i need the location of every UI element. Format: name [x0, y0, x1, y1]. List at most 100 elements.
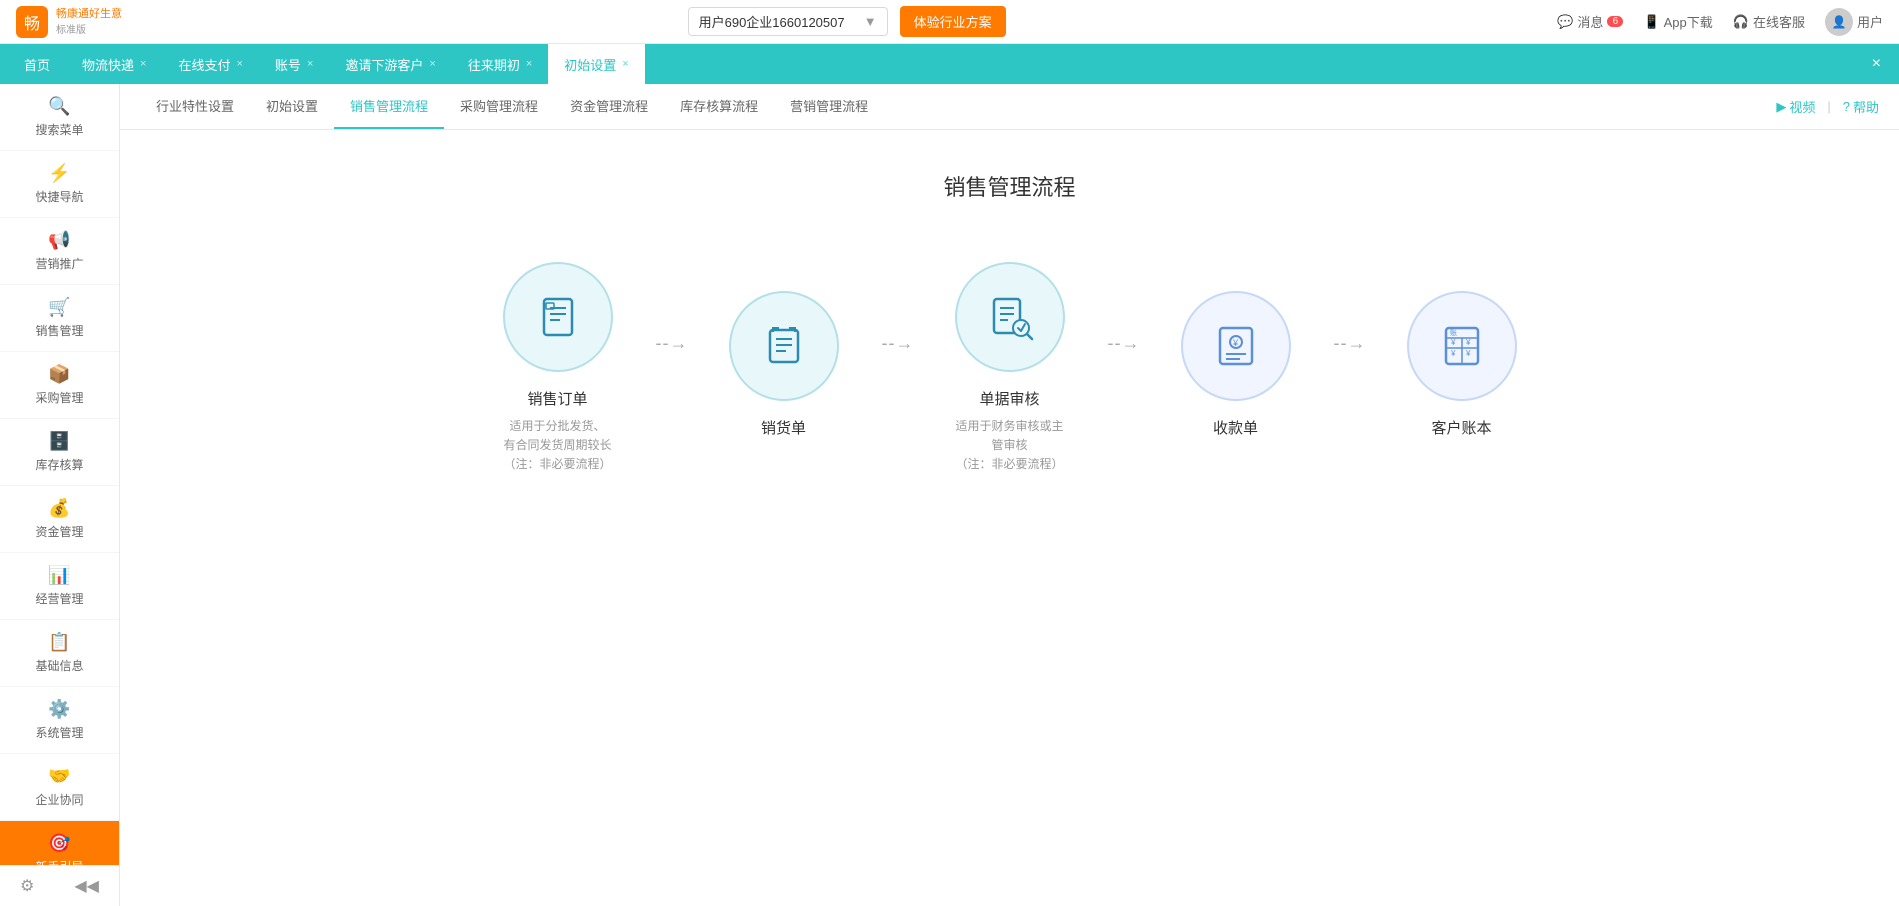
nav-item-0[interactable]: 首页 — [8, 44, 66, 84]
svg-text:¥: ¥ — [1450, 349, 1456, 358]
flow-arrow-2: - - → — [1108, 333, 1138, 404]
sidebar-label-11: 新手引导 — [35, 858, 83, 865]
help-label: 帮助 — [1853, 97, 1879, 116]
flow-step-desc-0: 适用于分批发货、 有合同发货周期较长 （注：非必要流程） — [503, 417, 611, 475]
sidebar-footer: ⚙ ◀◀ — [0, 865, 119, 906]
messages-item[interactable]: 💬 消息 6 — [1557, 12, 1623, 31]
flow-step-name-2: 单据审核 — [979, 388, 1039, 409]
trial-button[interactable]: 体验行业方案 — [900, 6, 1006, 37]
sidebar-item-企业协同[interactable]: 🤝企业协同 — [0, 754, 119, 821]
messages-badge: 6 — [1607, 16, 1623, 27]
logo-area: 畅 畅康通好生意 标准版 — [16, 6, 136, 38]
sidebar-icon-6: 💰 — [48, 498, 70, 519]
flow-steps: 销售订单适用于分批发货、 有合同发货周期较长 （注：非必要流程） - - → 销货… — [180, 262, 1839, 475]
app-download-item[interactable]: 📱 App下载 — [1643, 12, 1712, 31]
sidebar-item-营销推广[interactable]: 📢营销推广 — [0, 218, 119, 285]
sub-tab-1[interactable]: 初始设置 — [250, 84, 334, 129]
sidebar-item-销售管理[interactable]: 🛒销售管理 — [0, 285, 119, 352]
main-layout: 🔍搜索菜单⚡快捷导航📢营销推广🛒销售管理📦采购管理 🗄️ 库存核算 💰资金管理 📊 经营管… — [0, 84, 1899, 906]
flow-arrow-3: - - → — [1334, 333, 1364, 404]
sub-tabs-right: ▶ 视频 | ? 帮助 — [1776, 97, 1879, 116]
flow-circle-2 — [955, 262, 1065, 372]
nav-close-icon-2[interactable]: × — [236, 58, 242, 70]
help-link[interactable]: ? 帮助 — [1843, 97, 1879, 116]
settings-icon[interactable]: ⚙ — [20, 876, 34, 896]
nav-bar: 首页物流快递×在线支付×账号×邀请下游客户×往来期初×初始设置× × — [0, 44, 1899, 84]
svg-text:¥: ¥ — [1232, 338, 1239, 348]
sidebar-item-系统管理[interactable]: ⚙️系统管理 — [0, 687, 119, 754]
sidebar-item-基础信息[interactable]: 📋基础信息 — [0, 620, 119, 687]
logo-tag: 标准版 — [56, 21, 122, 36]
chevron-down-icon: ▼ — [864, 14, 877, 29]
sidebar-label-5: 库存核算 — [35, 456, 83, 473]
svg-text:账: 账 — [1450, 328, 1457, 337]
flow-step-3[interactable]: ¥ 收款单 — [1146, 291, 1326, 446]
collapse-icon[interactable]: ◀◀ — [74, 876, 99, 896]
flow-circle-0 — [503, 262, 613, 372]
sidebar-item-采购管理[interactable]: 📦采购管理 — [0, 352, 119, 419]
sub-tabs: 行业特性设置初始设置销售管理流程采购管理流程资金管理流程库存核算流程营销管理流程… — [120, 84, 1899, 130]
svg-text:¥: ¥ — [1465, 338, 1471, 347]
app-download-label: App下载 — [1664, 12, 1713, 31]
nav-close-all-button[interactable]: × — [1862, 55, 1891, 73]
sub-tab-4[interactable]: 资金管理流程 — [554, 84, 664, 129]
nav-close-icon-1[interactable]: × — [140, 58, 146, 70]
divider: | — [1827, 99, 1830, 114]
flow-step-name-0: 销售订单 — [527, 388, 587, 409]
user-avatar-item[interactable]: 👤 用户 — [1825, 8, 1883, 36]
user-name-label: 用户 — [1857, 12, 1883, 31]
flow-step-1[interactable]: 销货单 — [694, 291, 874, 446]
sidebar-icon-0: 🔍 — [48, 96, 70, 117]
flow-step-desc-2: 适用于财务审核或主 管审核 （注：非必要流程） — [955, 417, 1063, 475]
sub-tab-0[interactable]: 行业特性设置 — [140, 84, 250, 129]
nav-item-2[interactable]: 在线支付× — [162, 44, 258, 84]
sidebar-icon-3: 🛒 — [48, 297, 70, 318]
nav-close-icon-5[interactable]: × — [526, 58, 532, 70]
sub-tab-5[interactable]: 库存核算流程 — [664, 84, 774, 129]
sidebar-label-10: 企业协同 — [35, 791, 83, 808]
nav-close-icon-6[interactable]: × — [622, 58, 628, 70]
sidebar-icon-5: 🗄️ — [48, 431, 70, 452]
sidebar-icon-1: ⚡ — [48, 163, 70, 184]
flow-step-name-3: 收款单 — [1213, 417, 1258, 438]
online-service-label: 在线客服 — [1753, 12, 1805, 31]
sidebar-item-新手引导[interactable]: 🎯新手引导 — [0, 821, 119, 865]
logo-text-area: 畅康通好生意 标准版 — [56, 7, 122, 36]
nav-close-icon-4[interactable]: × — [429, 58, 435, 70]
sidebar-item-经营管理[interactable]: 📊 经营管理 — [0, 553, 119, 620]
user-selector[interactable]: 用户690企业1660120507 ▼ — [688, 7, 888, 36]
question-icon: ? — [1843, 99, 1850, 114]
flow-step-0[interactable]: 销售订单适用于分批发货、 有合同发货周期较长 （注：非必要流程） — [468, 262, 648, 475]
flow-step-name-4: 客户账本 — [1431, 417, 1491, 438]
top-header: 畅 畅康通好生意 标准版 用户690企业1660120507 ▼ 体验行业方案 … — [0, 0, 1899, 44]
sidebar-icon-4: 📦 — [48, 364, 70, 385]
nav-close-icon-3[interactable]: × — [307, 58, 313, 70]
online-service-item[interactable]: 🎧 在线客服 — [1733, 12, 1805, 31]
flow-step-name-1: 销货单 — [761, 417, 806, 438]
video-link[interactable]: ▶ 视频 — [1776, 97, 1815, 116]
sidebar-item-库存核算[interactable]: 🗄️ 库存核算 — [0, 419, 119, 486]
download-icon: 📱 — [1643, 14, 1659, 30]
sidebar-item-搜索菜单[interactable]: 🔍搜索菜单 — [0, 84, 119, 151]
sub-tab-2[interactable]: 销售管理流程 — [334, 84, 444, 129]
sidebar-item-资金管理[interactable]: 💰资金管理 — [0, 486, 119, 553]
sidebar-icon-7: 📊 — [48, 565, 70, 586]
nav-item-5[interactable]: 往来期初× — [452, 44, 548, 84]
logo-text: 畅康通好生意 — [56, 7, 122, 21]
nav-item-6[interactable]: 初始设置× — [548, 44, 644, 84]
sidebar-item-快捷导航[interactable]: ⚡快捷导航 — [0, 151, 119, 218]
sub-tab-6[interactable]: 营销管理流程 — [774, 84, 884, 129]
sub-tab-3[interactable]: 采购管理流程 — [444, 84, 554, 129]
play-icon: ▶ — [1776, 99, 1786, 115]
flow-circle-3: ¥ — [1181, 291, 1291, 401]
sidebar-icon-8: 📋 — [48, 632, 70, 653]
flow-step-2[interactable]: 单据审核适用于财务审核或主 管审核 （注：非必要流程） — [920, 262, 1100, 475]
avatar: 👤 — [1825, 8, 1853, 36]
nav-item-1[interactable]: 物流快递× — [66, 44, 162, 84]
nav-item-3[interactable]: 账号× — [259, 44, 329, 84]
flow-step-4[interactable]: 账 ¥ ¥ ¥ ¥ 客户账本 — [1372, 291, 1552, 446]
user-selector-text: 用户690企业1660120507 — [699, 12, 845, 31]
sidebar-label-7: 经营管理 — [35, 590, 83, 607]
messages-label: 消息 — [1577, 12, 1603, 31]
nav-item-4[interactable]: 邀请下游客户× — [329, 44, 451, 84]
